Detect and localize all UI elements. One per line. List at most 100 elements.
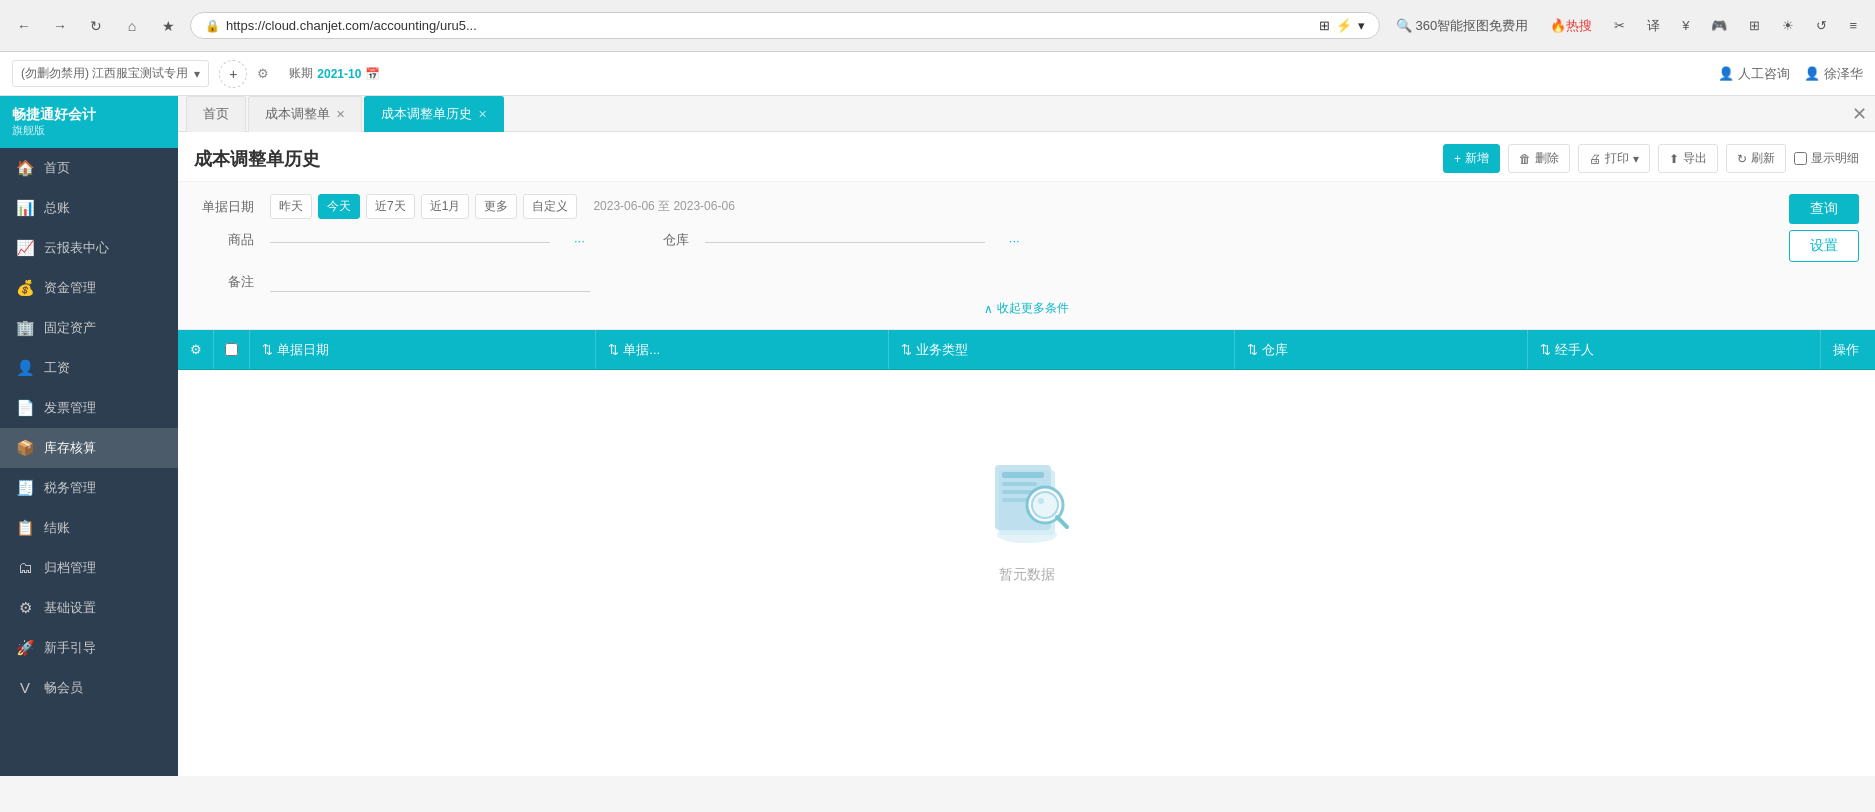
show-columns-checkbox[interactable] — [1794, 152, 1807, 165]
th-warehouse-label: 仓库 — [1262, 341, 1288, 359]
goods-input-area[interactable] — [270, 238, 550, 243]
sidebar-item-archive[interactable]: 🗂 归档管理 — [0, 548, 178, 588]
tab-cost-adjust-history[interactable]: 成本调整单历史 ✕ — [364, 96, 504, 132]
empty-icon — [977, 450, 1077, 550]
browser-apps-icon[interactable]: ⊞ — [1319, 18, 1330, 33]
warehouse-more-btn[interactable]: ··· — [1001, 233, 1028, 248]
svg-rect-6 — [1002, 498, 1030, 502]
company-selector[interactable]: (勿删勿禁用) 江西服宝测试专用 ▾ — [12, 60, 209, 87]
sidebar-item-reports[interactable]: 📈 云报表中心 — [0, 228, 178, 268]
th-settings[interactable]: ⚙ — [178, 330, 214, 369]
svg-point-10 — [1038, 498, 1044, 504]
sidebar-item-assets[interactable]: 🏢 固定资产 — [0, 308, 178, 348]
home-button[interactable]: ⌂ — [118, 12, 146, 40]
th-doc[interactable]: ⇅ 单据... — [596, 330, 889, 369]
add-company-btn[interactable]: + — [219, 60, 247, 88]
th-person[interactable]: ⇅ 经手人 — [1528, 330, 1821, 369]
sidebar-label-closing: 结账 — [44, 519, 70, 537]
collapse-btn[interactable]: ∧ 收起更多条件 — [984, 300, 1069, 317]
undo-btn[interactable]: ↺ — [1808, 14, 1835, 37]
search-ext-btn[interactable]: 🔍 360智能抠图免费用 — [1388, 13, 1536, 39]
sidebar-item-home[interactable]: 🏠 首页 — [0, 148, 178, 188]
sidebar-item-inventory[interactable]: 📦 库存核算 — [0, 428, 178, 468]
sidebar-item-ledger[interactable]: 📊 总账 — [0, 188, 178, 228]
star-button[interactable]: ★ — [154, 12, 182, 40]
settings-icon[interactable]: ⚙ — [257, 66, 269, 81]
new-btn[interactable]: + 新增 — [1443, 144, 1500, 173]
sidebar-item-funds[interactable]: 💰 资金管理 — [0, 268, 178, 308]
funds-icon: 💰 — [16, 279, 34, 297]
back-button[interactable]: ← — [10, 12, 38, 40]
th-person-label: 经手人 — [1555, 341, 1594, 359]
print-btn[interactable]: 🖨 打印 ▾ — [1578, 144, 1650, 173]
th-doc-label: 单据... — [623, 341, 660, 359]
tab-cost-adjust-close[interactable]: ✕ — [336, 108, 345, 121]
tab-home[interactable]: 首页 — [186, 96, 246, 132]
more-btn[interactable]: 更多 — [475, 194, 517, 219]
support-link[interactable]: 👤 人工咨询 — [1718, 65, 1790, 83]
th-type[interactable]: ⇅ 业务类型 — [889, 330, 1235, 369]
th-warehouse[interactable]: ⇅ 仓库 — [1235, 330, 1528, 369]
th-actions-label: 操作 — [1833, 341, 1859, 359]
th-date[interactable]: ⇅ 单据日期 — [250, 330, 596, 369]
remarks-row: 备注 — [194, 272, 1859, 292]
tabs-bar: 首页 成本调整单 ✕ 成本调整单历史 ✕ ✕ — [178, 96, 1875, 132]
export-btn[interactable]: ⬆ 导出 — [1658, 144, 1718, 173]
show-columns-label[interactable]: 显示明细 — [1794, 150, 1859, 167]
query-btn[interactable]: 查询 — [1789, 194, 1859, 224]
sidebar-item-guide[interactable]: 🚀 新手引导 — [0, 628, 178, 668]
sidebar-item-closing[interactable]: 📋 结账 — [0, 508, 178, 548]
today-btn[interactable]: 今天 — [318, 194, 360, 219]
select-all-checkbox[interactable] — [225, 343, 238, 356]
th-checkbox[interactable] — [214, 330, 250, 369]
goods-more-btn[interactable]: ··· — [566, 233, 593, 248]
sidebar-item-salary[interactable]: 👤 工资 — [0, 348, 178, 388]
collapse-label: 收起更多条件 — [997, 300, 1069, 317]
support-icon: 👤 — [1718, 66, 1734, 81]
goods-warehouse-row: 商品 ··· 仓库 ··· — [194, 231, 1757, 249]
calendar-icon[interactable]: 📅 — [365, 67, 380, 81]
yesterday-btn[interactable]: 昨天 — [270, 194, 312, 219]
settings-icon: ⚙ — [16, 599, 34, 617]
empty-state: 暂元数据 — [178, 370, 1875, 664]
delete-btn[interactable]: 🗑 删除 — [1508, 144, 1570, 173]
forward-button[interactable]: → — [46, 12, 74, 40]
user-avatar[interactable]: 👤 徐泽华 — [1804, 65, 1863, 83]
tab-cost-adjust[interactable]: 成本调整单 ✕ — [248, 96, 362, 132]
tab-home-label: 首页 — [203, 105, 229, 123]
browser-bolt-icon[interactable]: ⚡ — [1336, 18, 1352, 33]
remarks-input[interactable] — [270, 272, 590, 292]
scissors-btn[interactable]: ✂ — [1606, 14, 1633, 37]
sidebar-item-invoice[interactable]: 📄 发票管理 — [0, 388, 178, 428]
last-month-btn[interactable]: 近1月 — [421, 194, 470, 219]
sidebar-item-membership[interactable]: V 畅会员 — [0, 668, 178, 708]
sidebar-item-tax[interactable]: 🧾 税务管理 — [0, 468, 178, 508]
sidebar-label-archive: 归档管理 — [44, 559, 96, 577]
grid-btn[interactable]: ⊞ — [1741, 14, 1768, 37]
close-all-tabs-btn[interactable]: ✕ — [1852, 103, 1867, 125]
last7days-btn[interactable]: 近7天 — [366, 194, 415, 219]
sidebar-logo: 畅捷通好会计 旗舰版 — [0, 96, 178, 148]
sidebar-label-tax: 税务管理 — [44, 479, 96, 497]
period-info: 账期 2021-10 📅 — [289, 65, 380, 82]
refresh-button[interactable]: ↻ — [82, 12, 110, 40]
hot-search-btn[interactable]: 🔥热搜 — [1542, 13, 1600, 39]
date-filter-row: 单据日期 昨天 今天 近7天 近1月 更多 自定义 2023-06-06 至 2… — [194, 194, 1757, 219]
refresh-btn[interactable]: ↻ 刷新 — [1726, 144, 1786, 173]
brightness-btn[interactable]: ☀ — [1774, 14, 1802, 37]
setting-btn[interactable]: 设置 — [1789, 230, 1859, 262]
print-icon: 🖨 — [1589, 152, 1601, 166]
menu-btn[interactable]: ≡ — [1841, 14, 1865, 37]
custom-btn[interactable]: 自定义 — [523, 194, 577, 219]
table-header: ⚙ ⇅ 单据日期 ⇅ 单据... ⇅ 业务类型 ⇅ — [178, 330, 1875, 370]
sidebar-item-settings[interactable]: ⚙ 基础设置 — [0, 588, 178, 628]
translate-btn[interactable]: 译 — [1639, 13, 1668, 39]
guide-icon: 🚀 — [16, 639, 34, 657]
address-bar[interactable]: 🔒 https://cloud.chanjet.com/accounting/u… — [190, 12, 1380, 39]
browser-dropdown-icon[interactable]: ▾ — [1358, 18, 1365, 33]
wallet-btn[interactable]: ¥ — [1674, 14, 1697, 37]
main-layout: 畅捷通好会计 旗舰版 🏠 首页 📊 总账 📈 云报表中心 💰 资金管理 — [0, 96, 1875, 776]
warehouse-input-area[interactable] — [705, 238, 985, 243]
tab-cost-adjust-history-close[interactable]: ✕ — [478, 108, 487, 121]
game-btn[interactable]: 🎮 — [1703, 14, 1735, 37]
